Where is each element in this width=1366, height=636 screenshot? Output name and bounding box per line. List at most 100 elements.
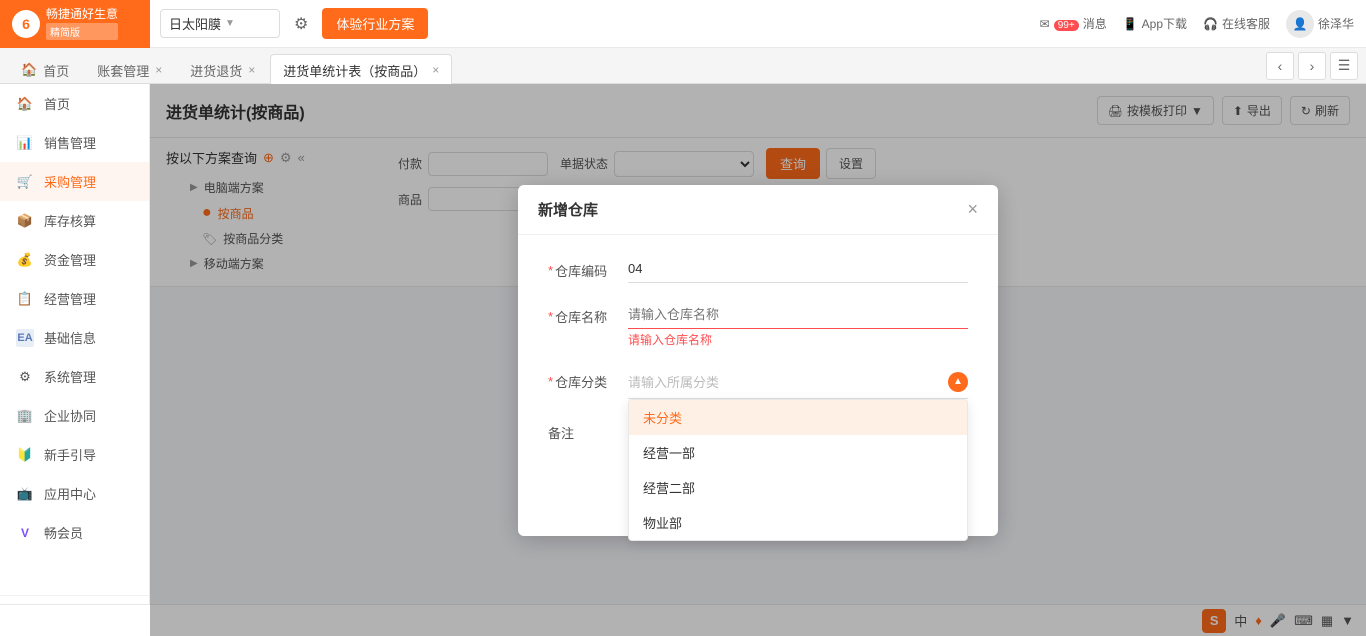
store-name: 日太阳膜 xyxy=(169,14,221,33)
sidebar-item-purchase[interactable]: 🛒 采购管理 xyxy=(0,162,149,201)
dropdown-item-unclassified[interactable]: 未分类 xyxy=(629,400,967,435)
sidebar-item-operations-label: 经营管理 xyxy=(44,289,96,308)
enterprise-sidebar-icon: 🏢 xyxy=(16,407,34,425)
settings-icon[interactable]: ⚙ xyxy=(290,10,312,38)
code-field-row: * 仓库编码 xyxy=(548,255,968,283)
tab-accounts-label: 账套管理 xyxy=(97,61,149,80)
vip-sidebar-icon: V xyxy=(16,524,34,542)
sidebar-item-guide-label: 新手引导 xyxy=(44,445,96,464)
message-badge: 99+ xyxy=(1054,17,1079,31)
user-avatar: 👤 xyxy=(1286,10,1314,38)
logo-icon: 6 xyxy=(12,10,40,38)
home-icon: 🏠 xyxy=(21,62,37,78)
category-field-row: * 仓库分类 请输入所属分类 ▲ 未分类 经营一部 xyxy=(548,366,968,399)
main-content: 进货单统计(按商品) 🖨 按模板打印 ▼ ⬆ 导出 ↻ 刷新 xyxy=(150,84,1366,636)
sidebar-item-finance-label: 资金管理 xyxy=(44,250,96,269)
app-download-item[interactable]: 📱 App下载 xyxy=(1123,15,1187,32)
sidebar-item-basic[interactable]: EA 基础信息 xyxy=(0,318,149,357)
category-placeholder: 请输入所属分类 xyxy=(628,372,719,391)
sidebar-item-purchase-label: 采购管理 xyxy=(44,172,96,191)
online-service-label: 在线客服 xyxy=(1222,15,1270,32)
name-field-label: * 仓库名称 xyxy=(548,301,618,326)
modal-header: 新增仓库 × xyxy=(518,185,998,235)
message-label: 消息 xyxy=(1083,15,1107,32)
sidebar-item-system-label: 系统管理 xyxy=(44,367,96,386)
tab-purchase-stats[interactable]: 进货单统计表（按商品） × xyxy=(270,54,452,86)
name-field-content: 请输入仓库名称 xyxy=(628,301,968,348)
sidebar-item-finance[interactable]: 💰 资金管理 xyxy=(0,240,149,279)
dropdown-item-dept1[interactable]: 经营一部 xyxy=(629,435,967,470)
tab-purchase-stats-close[interactable]: × xyxy=(432,63,439,77)
tab-accounts[interactable]: 账套管理 × xyxy=(84,54,175,86)
category-dropdown-toggle[interactable]: ▲ xyxy=(948,372,968,392)
guide-sidebar-icon: 🔰 xyxy=(16,446,34,464)
logo-area: 6 畅捷通好生意 精简版 xyxy=(0,0,150,48)
category-dropdown-list: 未分类 经营一部 经营二部 物业部 xyxy=(628,399,968,541)
tab-home[interactable]: 🏠 首页 xyxy=(8,54,82,86)
basic-sidebar-icon: EA xyxy=(16,329,34,347)
modal-title: 新增仓库 xyxy=(538,199,598,220)
code-field-label: * 仓库编码 xyxy=(548,255,618,280)
dropdown-item-dept3[interactable]: 物业部 xyxy=(629,505,967,540)
sidebar-item-apps-label: 应用中心 xyxy=(44,484,96,503)
operations-sidebar-icon: 📋 xyxy=(16,290,34,308)
tab-accounts-close[interactable]: × xyxy=(155,63,162,77)
code-field-content xyxy=(628,255,968,283)
logo-text: 畅捷通好生意 xyxy=(46,7,118,23)
sidebar-item-vip[interactable]: V 畅会员 xyxy=(0,513,149,552)
name-error-message: 请输入仓库名称 xyxy=(628,331,968,348)
purchase-sidebar-icon: 🛒 xyxy=(16,173,34,191)
inventory-sidebar-icon: 📦 xyxy=(16,212,34,230)
sidebar-item-guide[interactable]: 🔰 新手引导 xyxy=(0,435,149,474)
sidebar-item-sales[interactable]: 📊 销售管理 xyxy=(0,123,149,162)
message-icon: ✉ xyxy=(1040,17,1050,31)
tab-prev-btn[interactable]: ‹ xyxy=(1266,52,1294,80)
tab-purchase-stats-label: 进货单统计表（按商品） xyxy=(283,61,426,80)
apps-sidebar-icon: 📺 xyxy=(16,485,34,503)
topbar: 6 畅捷通好生意 精简版 日太阳膜 ▼ ⚙ 体验行业方案 ✉ 99+ 消息 📱 … xyxy=(0,0,1366,48)
sidebar-item-sales-label: 销售管理 xyxy=(44,133,96,152)
category-input-box[interactable]: 请输入所属分类 ▲ xyxy=(628,366,968,399)
dropdown-item-dept2[interactable]: 经营二部 xyxy=(629,470,967,505)
sidebar: 🏠 首页 📊 销售管理 🛒 采购管理 📦 库存核算 💰 资金管理 📋 经营管理 … xyxy=(0,84,150,636)
trial-button[interactable]: 体验行业方案 xyxy=(322,8,428,39)
sales-sidebar-icon: 📊 xyxy=(16,134,34,152)
tab-purchase-return-label: 进货退货 xyxy=(190,61,242,80)
name-field-row: * 仓库名称 请输入仓库名称 xyxy=(548,301,968,348)
user-item[interactable]: 👤 徐泽华 xyxy=(1286,10,1354,38)
sidebar-item-inventory[interactable]: 📦 库存核算 xyxy=(0,201,149,240)
finance-sidebar-icon: 💰 xyxy=(16,251,34,269)
mobile-icon: 📱 xyxy=(1123,17,1138,31)
sidebar-item-home-label: 首页 xyxy=(44,94,70,113)
sidebar-item-enterprise[interactable]: 🏢 企业协同 xyxy=(0,396,149,435)
sidebar-item-system[interactable]: ⚙ 系统管理 xyxy=(0,357,149,396)
code-input[interactable] xyxy=(628,255,968,283)
sidebar-item-vip-label: 畅会员 xyxy=(44,523,83,542)
tabbar: 🏠 首页 账套管理 × 进货退货 × 进货单统计表（按商品） × ‹ › ☰ xyxy=(0,48,1366,84)
name-input[interactable] xyxy=(628,301,968,329)
sidebar-item-apps[interactable]: 📺 应用中心 xyxy=(0,474,149,513)
sidebar-item-basic-label: 基础信息 xyxy=(44,328,96,347)
category-field-label: * 仓库分类 xyxy=(548,366,618,391)
sidebar-item-operations[interactable]: 📋 经营管理 xyxy=(0,279,149,318)
store-dropdown-arrow: ▼ xyxy=(225,18,235,29)
category-field-content: 请输入所属分类 ▲ 未分类 经营一部 经营二部 物业部 xyxy=(628,366,968,399)
page-layout: 🏠 首页 📊 销售管理 🛒 采购管理 📦 库存核算 💰 资金管理 📋 经营管理 … xyxy=(0,84,1366,636)
topbar-right: ✉ 99+ 消息 📱 App下载 🎧 在线客服 👤 徐泽华 xyxy=(1040,10,1354,38)
sidebar-item-home[interactable]: 🏠 首页 xyxy=(0,84,149,123)
tab-next-btn[interactable]: › xyxy=(1298,52,1326,80)
store-selector[interactable]: 日太阳膜 ▼ xyxy=(160,9,280,38)
app-download-label: App下载 xyxy=(1142,15,1187,32)
online-service-item[interactable]: 🎧 在线客服 xyxy=(1203,15,1270,32)
tab-purchase-return[interactable]: 进货退货 × xyxy=(177,54,268,86)
modal-body: * 仓库编码 * 仓库名称 xyxy=(518,235,998,483)
tabbar-controls: ‹ › ☰ xyxy=(1266,52,1358,80)
message-item[interactable]: ✉ 99+ 消息 xyxy=(1040,15,1107,32)
tab-purchase-return-close[interactable]: × xyxy=(248,63,255,77)
modal-close-button[interactable]: × xyxy=(967,199,978,220)
tab-menu-btn[interactable]: ☰ xyxy=(1330,52,1358,80)
new-warehouse-modal: 新增仓库 × * 仓库编码 xyxy=(518,185,998,536)
sidebar-item-enterprise-label: 企业协同 xyxy=(44,406,96,425)
modal-backdrop: 新增仓库 × * 仓库编码 xyxy=(150,84,1366,636)
headset-icon: 🎧 xyxy=(1203,17,1218,31)
